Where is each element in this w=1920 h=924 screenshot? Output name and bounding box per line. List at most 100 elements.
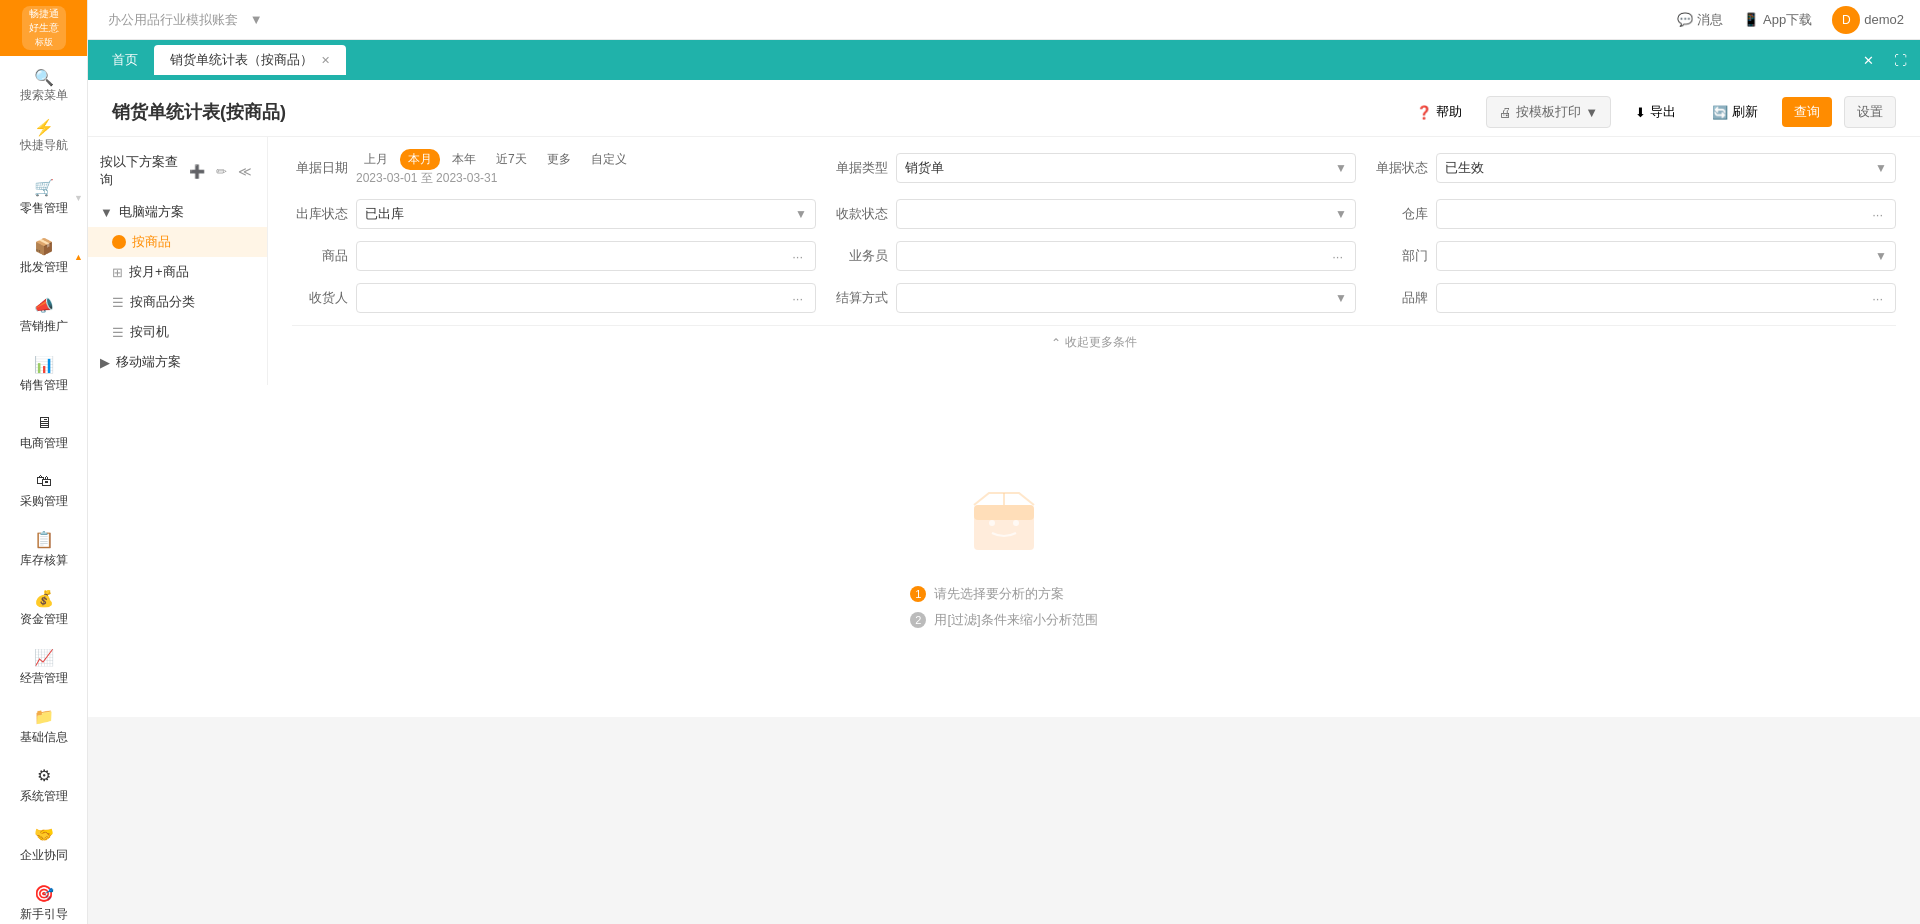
settings-btn[interactable]: 设置 xyxy=(1844,96,1896,128)
filter-brand-field: 品牌 ··· xyxy=(1372,283,1896,313)
date-tabs: 上月 本月 本年 近7天 更多 自定义 xyxy=(356,149,816,170)
tree-group-desktop-arrow: ▼ xyxy=(100,205,113,220)
purchase-icon: 🛍 xyxy=(36,472,52,490)
date-tab-7days[interactable]: 近7天 xyxy=(488,149,535,170)
tree-group-desktop[interactable]: ▼ 电脑端方案 xyxy=(88,197,267,227)
filter-receiptstatus-field: 收款状态 ▼ xyxy=(832,199,1356,229)
tree-item-month-product[interactable]: ⊞ 按月+商品 xyxy=(88,257,267,287)
query-btn[interactable]: 查询 xyxy=(1782,97,1832,127)
sidebar-item-retail[interactable]: 🛒 零售管理 ▼ xyxy=(0,168,87,227)
help-btn[interactable]: ❓ 帮助 xyxy=(1404,97,1474,127)
tab-sales-report[interactable]: 销货单统计表（按商品） ✕ xyxy=(154,45,346,75)
tab-maximize-btn[interactable]: ⛶ xyxy=(1888,48,1912,72)
tip-dot-2: 2 xyxy=(910,612,926,628)
product-dots[interactable]: ··· xyxy=(788,249,807,264)
payment-dropdown[interactable]: ▼ xyxy=(896,283,1356,313)
date-tab-this-year[interactable]: 本年 xyxy=(444,149,484,170)
user-avatar: D xyxy=(1832,6,1860,34)
sidebar-item-ecommerce[interactable]: 🖥 电商管理 xyxy=(0,404,87,462)
app-download-btn[interactable]: 📱 App下载 xyxy=(1743,11,1812,29)
sidebar-item-basics[interactable]: 📁 基础信息 xyxy=(0,697,87,756)
search-menu[interactable]: 🔍 搜索菜单 xyxy=(0,56,87,112)
date-tab-last-month[interactable]: 上月 xyxy=(356,149,396,170)
salesperson-label: 业务员 xyxy=(832,247,888,265)
empty-tip-2-text: 用[过滤]条件来缩小分析范围 xyxy=(934,611,1097,629)
empty-state: 1 请先选择要分析的方案 2 用[过滤]条件来缩小分析范围 xyxy=(88,385,1920,717)
date-tab-custom[interactable]: 自定义 xyxy=(583,149,635,170)
settings-label: 设置 xyxy=(1857,103,1883,121)
print-label: 按模板打印 xyxy=(1516,103,1581,121)
salesperson-dots[interactable]: ··· xyxy=(1328,249,1347,264)
user-menu[interactable]: D demo2 xyxy=(1832,6,1904,34)
recipient-dropdown[interactable]: ··· xyxy=(356,283,816,313)
guide-icon: 🎯 xyxy=(34,884,54,903)
tree-item-driver-label: 按司机 xyxy=(130,323,169,341)
salesperson-dropdown[interactable]: ··· xyxy=(896,241,1356,271)
sidebar-item-system[interactable]: ⚙ 系统管理 xyxy=(0,756,87,815)
recipient-dots[interactable]: ··· xyxy=(788,291,807,306)
edit-scheme-btn[interactable]: ✏ xyxy=(211,161,231,181)
product-label: 商品 xyxy=(292,247,348,265)
print-icon: 🖨 xyxy=(1499,105,1512,120)
tree-item-product-category[interactable]: ☰ 按商品分类 xyxy=(88,287,267,317)
collapse-icon: ⌃ xyxy=(1051,336,1061,350)
page-header: 销货单统计表(按商品) ❓ 帮助 🖨 按模板打印 ▼ ⬇ 导出 xyxy=(88,80,1920,136)
sidebar-item-guide[interactable]: 🎯 新手引导 xyxy=(0,874,87,924)
add-scheme-btn[interactable]: ➕ xyxy=(187,161,207,181)
sidebar-item-wholesale[interactable]: 📦 批发管理 ▲ xyxy=(0,227,87,286)
recipient-label: 收货人 xyxy=(292,289,348,307)
sidebar-item-operations[interactable]: 📈 经营管理 xyxy=(0,638,87,697)
export-btn[interactable]: ⬇ 导出 xyxy=(1623,97,1688,127)
sidebar-item-purchase[interactable]: 🛍 采购管理 xyxy=(0,462,87,520)
quick-nav[interactable]: ⚡ 快捷导航 xyxy=(0,112,87,160)
doctype-dropdown[interactable]: 销货单 ▼ xyxy=(896,153,1356,183)
username: demo2 xyxy=(1864,12,1904,27)
outstatus-dropdown[interactable]: 已出库 ▼ xyxy=(356,199,816,229)
breadcrumb-arrow: ▼ xyxy=(250,12,263,27)
empty-illustration xyxy=(954,465,1054,565)
tree-item-driver[interactable]: ☰ 按司机 xyxy=(88,317,267,347)
sidebar-item-sales[interactable]: 📊 销售管理 xyxy=(0,345,87,404)
tab-close-window-btn[interactable]: ✕ xyxy=(1856,48,1880,72)
tree-group-mobile-arrow: ▶ xyxy=(100,355,110,370)
warehouse-dropdown[interactable]: ··· xyxy=(1436,199,1896,229)
basics-icon: 📁 xyxy=(34,707,54,726)
brand-dots[interactable]: ··· xyxy=(1868,291,1887,306)
filter-recipient-field: 收货人 ··· xyxy=(292,283,816,313)
product-dropdown[interactable]: ··· xyxy=(356,241,816,271)
tab-home[interactable]: 首页 xyxy=(96,45,154,75)
receiptstatus-dropdown[interactable]: ▼ xyxy=(896,199,1356,229)
export-icon: ⬇ xyxy=(1635,105,1646,120)
tree-group-mobile[interactable]: ▶ 移动端方案 xyxy=(88,347,267,377)
brand-dropdown[interactable]: ··· xyxy=(1436,283,1896,313)
print-btn[interactable]: 🖨 按模板打印 ▼ xyxy=(1486,96,1611,128)
finance-icon: 💰 xyxy=(34,589,54,608)
tab-close-btn[interactable]: ✕ xyxy=(321,54,330,67)
sidebar-item-collab[interactable]: 🤝 企业协同 xyxy=(0,815,87,874)
sidebar-item-finance[interactable]: 💰 资金管理 xyxy=(0,579,87,638)
filter-doctype-field: 单据类型 销货单 ▼ xyxy=(832,153,1356,183)
collapse-scheme-btn[interactable]: ≪ xyxy=(235,161,255,181)
svg-point-4 xyxy=(1013,520,1019,526)
sidebar-item-guide-label: 新手引导 xyxy=(20,906,68,923)
sidebar-item-marketing[interactable]: 📣 营销推广 xyxy=(0,286,87,345)
warehouse-dots[interactable]: ··· xyxy=(1868,207,1887,222)
date-tab-this-month[interactable]: 本月 xyxy=(400,149,440,170)
collapse-bar[interactable]: ⌃ 收起更多条件 xyxy=(292,325,1896,359)
department-dropdown[interactable]: ▼ xyxy=(1436,241,1896,271)
tree-item-by-product[interactable]: 按商品 xyxy=(88,227,267,257)
docstatus-dropdown[interactable]: 已生效 ▼ xyxy=(1436,153,1896,183)
message-label: 消息 xyxy=(1697,11,1723,29)
empty-tips: 1 请先选择要分析的方案 2 用[过滤]条件来缩小分析范围 xyxy=(910,585,1097,637)
refresh-btn[interactable]: 🔄 刷新 xyxy=(1700,97,1770,127)
date-tab-more[interactable]: 更多 xyxy=(539,149,579,170)
inventory-icon: 📋 xyxy=(34,530,54,549)
logo-text: 畅捷通好生意标版 xyxy=(29,7,59,49)
message-btn[interactable]: 💬 消息 xyxy=(1677,11,1723,29)
tree-item-by-product-label: 按商品 xyxy=(132,233,171,251)
filter-sidebar-actions: ➕ ✏ ≪ xyxy=(187,161,255,181)
sidebar-item-sales-label: 销售管理 xyxy=(20,377,68,394)
page-title: 销货单统计表(按商品) xyxy=(112,100,286,124)
sidebar-item-inventory[interactable]: 📋 库存核算 xyxy=(0,520,87,579)
receiptstatus-arrow-icon: ▼ xyxy=(1335,207,1347,221)
